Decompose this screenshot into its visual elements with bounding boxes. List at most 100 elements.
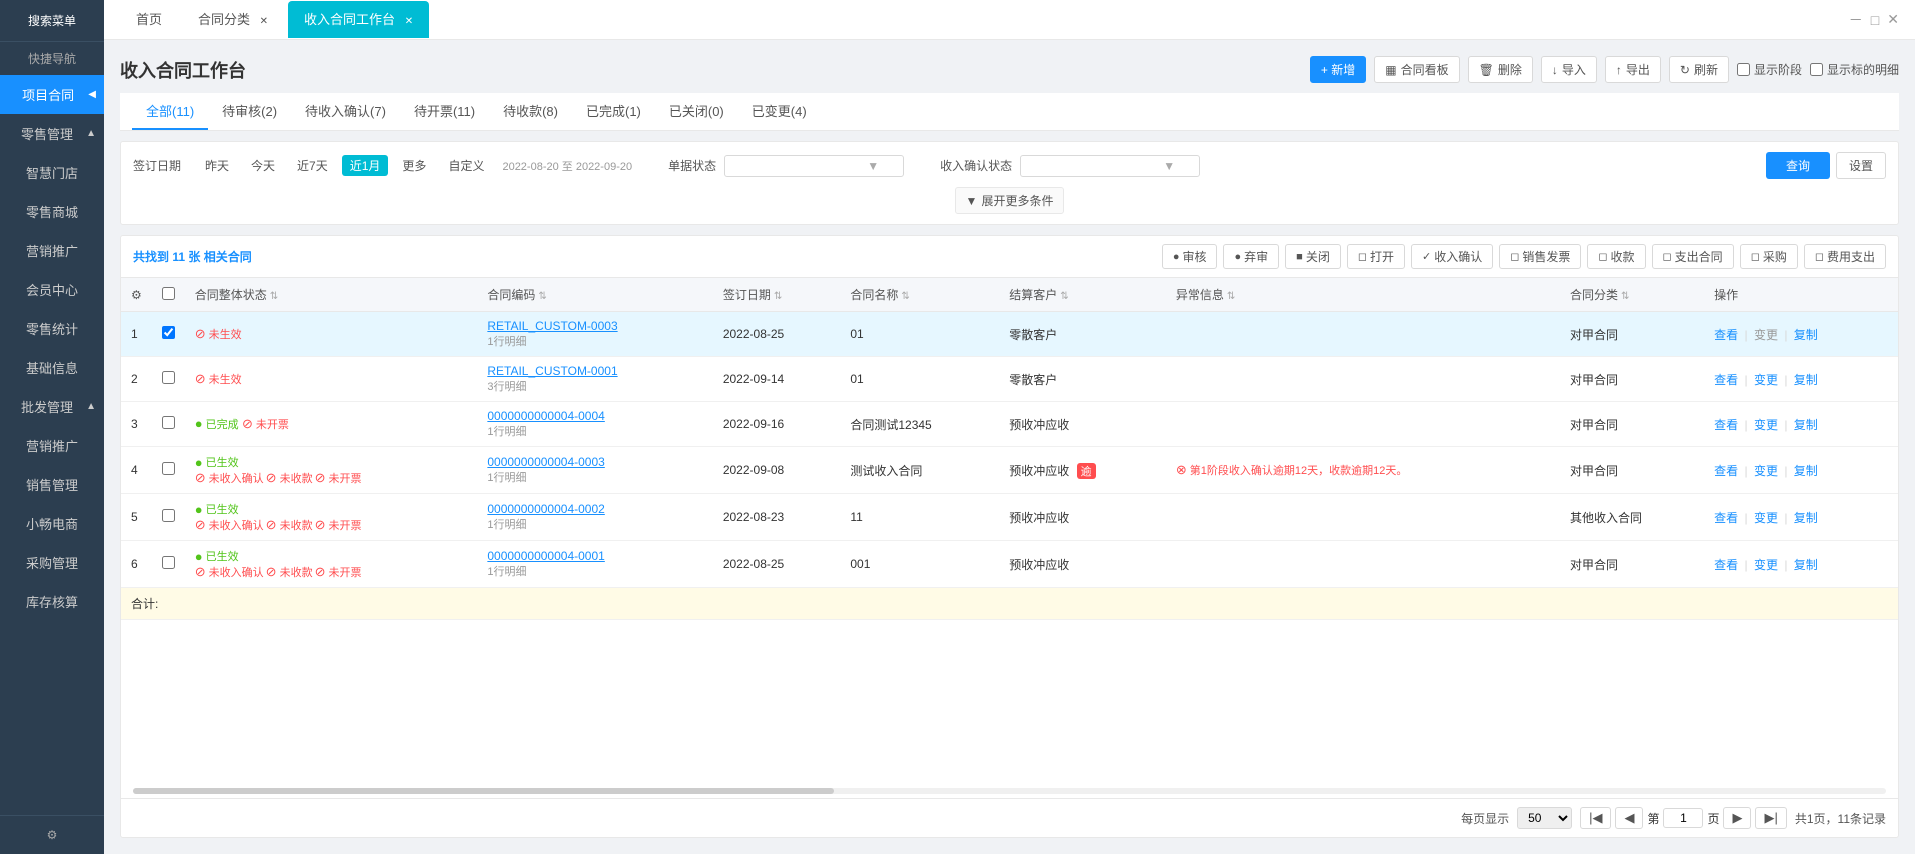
row3-change-btn[interactable]: 变更 (1754, 418, 1778, 432)
row2-select[interactable] (162, 371, 175, 384)
filter-setting-button[interactable]: 设置 (1836, 152, 1886, 179)
row4-view-btn[interactable]: 查看 (1714, 464, 1738, 478)
status-tab-changed[interactable]: 已变更(4) (738, 93, 821, 130)
date-option-custom[interactable]: 自定义 (440, 155, 492, 176)
col-exception-header[interactable]: 异常信息 (1166, 278, 1560, 312)
status-tab-pending-payment[interactable]: 待收款(8) (489, 93, 572, 130)
refresh-button[interactable]: ↻ 刷新 (1669, 56, 1729, 83)
delete-button[interactable]: 🗑 删除 (1468, 56, 1533, 83)
show-fields-check[interactable]: 显示阶段 (1737, 61, 1802, 78)
close-btn[interactable]: ■ 关闭 (1285, 244, 1341, 269)
add-button[interactable]: + 新增 (1310, 56, 1366, 83)
row1-select[interactable] (162, 326, 175, 339)
row1-view-btn[interactable]: 查看 (1714, 328, 1738, 342)
date-option-today[interactable]: 今天 (243, 155, 283, 176)
window-minimize-btn[interactable]: － (1849, 10, 1863, 30)
row3-view-btn[interactable]: 查看 (1714, 418, 1738, 432)
row5-copy-btn[interactable]: 复制 (1794, 511, 1818, 525)
income-confirm-btn[interactable]: ✓ 收入确认 (1411, 244, 1493, 269)
sales-invoice-btn[interactable]: ◻ 销售发票 (1499, 244, 1581, 269)
out-contract-btn[interactable]: ◻ 支出合同 (1652, 244, 1734, 269)
tab-income-workbench-close[interactable]: ✕ (405, 16, 413, 27)
row4-change-btn[interactable]: 变更 (1754, 464, 1778, 478)
sidebar-quick-nav[interactable]: 快捷导航 (0, 42, 104, 75)
row6-checkbox[interactable] (152, 541, 185, 588)
row5-change-btn[interactable]: 变更 (1754, 511, 1778, 525)
row4-copy-btn[interactable]: 复制 (1794, 464, 1818, 478)
sidebar-item-project[interactable]: 项目合同 ◀ (0, 75, 104, 114)
print-btn[interactable]: ◻ 打开 (1347, 244, 1405, 269)
row4-checkbox[interactable] (152, 447, 185, 494)
row6-view-btn[interactable]: 查看 (1714, 558, 1738, 572)
row1-copy-btn[interactable]: 复制 (1794, 328, 1818, 342)
row1-checkbox[interactable] (152, 312, 185, 357)
row5-checkbox[interactable] (152, 494, 185, 541)
page-next-btn[interactable]: ▶ (1723, 807, 1751, 829)
row5-code-link[interactable]: 0000000000004-0002 (487, 502, 702, 516)
status-tab-pending-invoice[interactable]: 待开票(11) (400, 93, 489, 130)
page-size-select[interactable]: 20 50 100 (1517, 807, 1572, 829)
row6-copy-btn[interactable]: 复制 (1794, 558, 1818, 572)
sidebar-item-smart-store[interactable]: 智慧门店 (0, 153, 104, 192)
review-btn[interactable]: ● 审核 (1162, 244, 1218, 269)
sidebar-search[interactable]: 搜索菜单 (0, 0, 104, 42)
date-option-yesterday[interactable]: 昨天 (197, 155, 237, 176)
show-fields-checkbox[interactable] (1737, 63, 1750, 76)
col-name-header[interactable]: 合同名称 (840, 278, 999, 312)
status-tab-pending-review[interactable]: 待审核(2) (208, 93, 291, 130)
col-status-header[interactable]: 合同整体状态 (185, 278, 478, 312)
purchase-btn[interactable]: ◻ 采购 (1740, 244, 1798, 269)
sidebar-settings[interactable]: ⚙ (0, 815, 104, 854)
sidebar-item-retail-mall[interactable]: 零售商城 (0, 192, 104, 231)
export-button[interactable]: ↑ 导出 (1605, 56, 1661, 83)
date-option-more[interactable]: 更多 (394, 155, 434, 176)
sidebar-item-sales-mgmt[interactable]: 销售管理 (0, 465, 104, 504)
query-button[interactable]: 查询 (1766, 152, 1830, 179)
row6-code-link[interactable]: 0000000000004-0001 (487, 549, 702, 563)
date-option-last7days[interactable]: 近7天 (289, 155, 336, 176)
sidebar-item-purchase[interactable]: 采购管理 (0, 543, 104, 582)
status-tab-all[interactable]: 全部(11) (132, 93, 208, 130)
row3-select[interactable] (162, 416, 175, 429)
sidebar-item-wholesale-mgmt[interactable]: 批发管理 ▲ (0, 387, 104, 426)
col-category-header[interactable]: 合同分类 (1560, 278, 1704, 312)
page-prev-btn[interactable]: ◀ (1615, 807, 1643, 829)
row6-select[interactable] (162, 556, 175, 569)
col-customer-header[interactable]: 结算客户 (999, 278, 1166, 312)
page-last-btn[interactable]: ▶| (1755, 807, 1786, 829)
expand-more-btn[interactable]: ▼ 展开更多条件 (955, 187, 1065, 214)
row2-copy-btn[interactable]: 复制 (1794, 373, 1818, 387)
page-first-btn[interactable]: |◀ (1580, 807, 1611, 829)
row2-change-btn[interactable]: 变更 (1754, 373, 1778, 387)
date-option-last1month[interactable]: 近1月 (342, 155, 389, 176)
row4-code-link[interactable]: 0000000000004-0003 (487, 455, 702, 469)
collect-btn[interactable]: ◻ 收款 (1587, 244, 1645, 269)
horizontal-scrollbar[interactable] (133, 788, 1886, 794)
sidebar-item-base-info[interactable]: 基础信息 (0, 348, 104, 387)
row4-select[interactable] (162, 462, 175, 475)
col-sign-date-header[interactable]: 签订日期 (713, 278, 841, 312)
status-tab-completed[interactable]: 已完成(1) (572, 93, 655, 130)
doc-status-select[interactable]: ▼ (724, 155, 904, 177)
row5-select[interactable] (162, 509, 175, 522)
row3-checkbox[interactable] (152, 402, 185, 447)
row2-checkbox[interactable] (152, 357, 185, 402)
sidebar-item-marketing[interactable]: 营销推广 (0, 231, 104, 270)
import-button[interactable]: ↓ 导入 (1541, 56, 1597, 83)
row2-code-link[interactable]: RETAIL_CUSTOM-0001 (487, 364, 702, 378)
sidebar-item-member[interactable]: 会员中心 (0, 270, 104, 309)
expense-out-btn[interactable]: ◻ 费用支出 (1804, 244, 1886, 269)
sidebar-item-retail-stat[interactable]: 零售统计 (0, 309, 104, 348)
status-tab-pending-income[interactable]: 待收入确认(7) (291, 93, 400, 130)
status-tab-closed[interactable]: 已关闭(0) (655, 93, 738, 130)
col-code-header[interactable]: 合同编码 (477, 278, 712, 312)
income-confirm-select[interactable]: ▼ (1020, 155, 1200, 177)
settings-icon[interactable]: ⚙ (131, 288, 142, 302)
row2-view-btn[interactable]: 查看 (1714, 373, 1738, 387)
row3-copy-btn[interactable]: 复制 (1794, 418, 1818, 432)
row5-view-btn[interactable]: 查看 (1714, 511, 1738, 525)
sidebar-item-inventory[interactable]: 库存核算 (0, 582, 104, 621)
select-all-checkbox[interactable] (162, 287, 175, 300)
window-close-btn[interactable]: ✕ (1887, 11, 1899, 28)
tab-contract-type-close[interactable]: ✕ (260, 16, 268, 27)
